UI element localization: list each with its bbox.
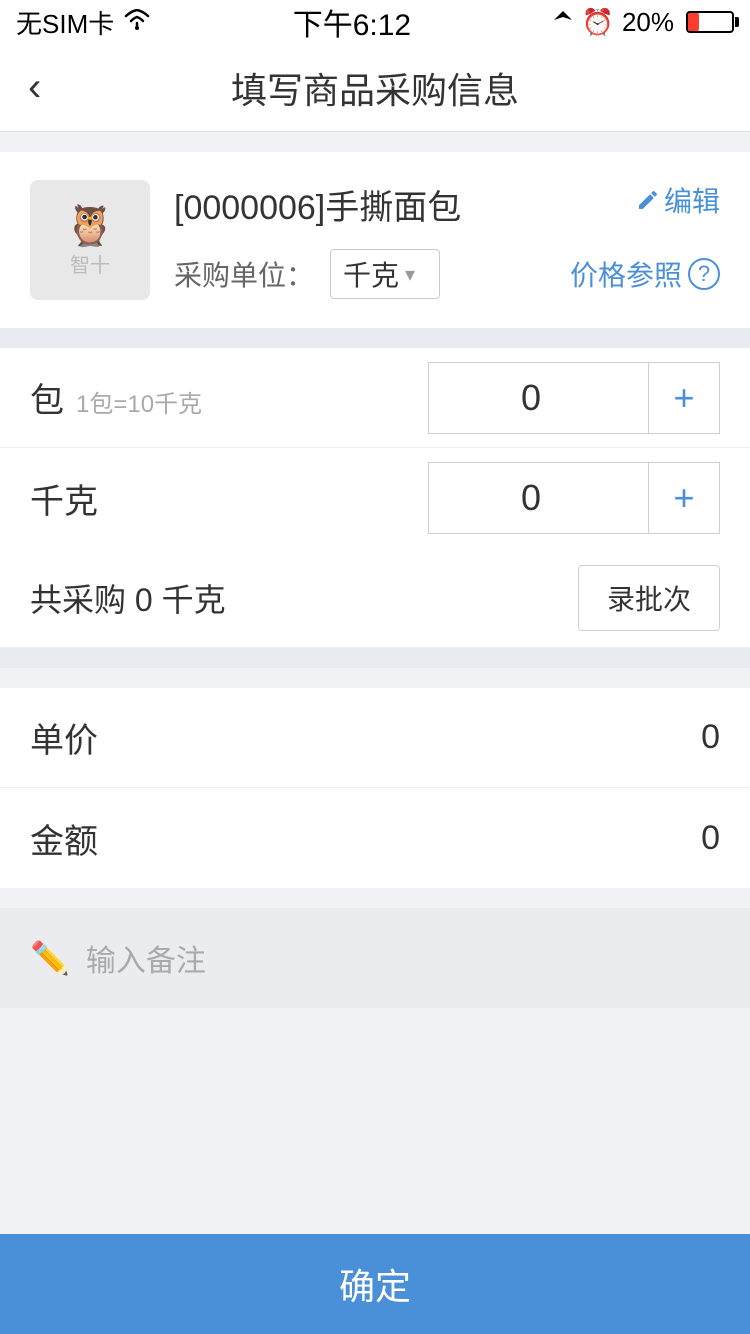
owl-text: 智十	[70, 249, 110, 278]
price-ref-button[interactable]: 价格参照 ?	[570, 254, 720, 294]
bag-controls: +	[428, 362, 720, 434]
edit-label: 编辑	[664, 180, 720, 220]
bag-input-row: 包 1包=10千克 +	[0, 348, 750, 448]
confirm-button[interactable]: 确定	[0, 1234, 750, 1334]
purchase-unit-label: 采购单位：	[174, 254, 314, 294]
kg-input-row: 千克 +	[0, 448, 750, 548]
bag-quantity-input[interactable]	[428, 362, 648, 434]
batch-button[interactable]: 录批次	[578, 565, 720, 631]
bag-sublabel: 1包=10千克	[76, 384, 202, 419]
location-icon	[552, 7, 574, 38]
bag-label-text: 包	[30, 373, 64, 422]
time-display: 下午6:12	[293, 0, 411, 44]
unit-select[interactable]: 千克 ▾	[330, 249, 440, 299]
bag-increment-button[interactable]: +	[648, 362, 720, 434]
bag-label: 包 1包=10千克	[30, 373, 202, 422]
chevron-down-icon: ▾	[405, 262, 415, 287]
kg-increment-button[interactable]: +	[648, 462, 720, 534]
unit-price-label: 单价	[30, 713, 98, 762]
section-divider-1	[0, 328, 750, 348]
status-bar: 无SIM卡 下午6:12 ⏰ 20%	[0, 0, 750, 44]
page-title: 填写商品采购信息	[231, 62, 519, 114]
price-section: 单价 0 金额 0	[0, 688, 750, 888]
product-info: [0000006]手撕面包 编辑 采购单位： 千克 ▾ 价格参照 ?	[174, 180, 720, 299]
battery-percent: 20%	[622, 7, 674, 38]
unit-price-value: 0	[701, 718, 720, 757]
price-ref-label: 价格参照	[570, 254, 682, 294]
product-logo: 🦉 智十	[65, 202, 115, 278]
back-button[interactable]: ‹	[28, 65, 41, 110]
kg-label: 千克	[30, 474, 98, 523]
kg-quantity-input[interactable]	[428, 462, 648, 534]
amount-label: 金额	[30, 814, 98, 863]
status-left: 无SIM卡	[16, 4, 152, 41]
product-name: [0000006]手撕面包	[174, 180, 461, 229]
purchase-unit-row: 采购单位： 千克 ▾ 价格参照 ?	[174, 249, 720, 299]
section-divider-2	[0, 648, 750, 668]
alarm-icon: ⏰	[582, 7, 614, 38]
amount-value: 0	[701, 819, 720, 858]
amount-row: 金额 0	[0, 788, 750, 888]
main-content: 🦉 智十 [0000006]手撕面包 编辑 采购单位： 千克 ▾	[0, 152, 750, 1308]
help-text: ?	[698, 261, 710, 287]
nav-bar: ‹ 填写商品采购信息	[0, 44, 750, 132]
unit-value: 千克	[343, 254, 399, 294]
owl-icon: 🦉	[65, 202, 115, 249]
battery-icon	[686, 11, 734, 33]
unit-price-row: 单价 0	[0, 688, 750, 788]
edit-button[interactable]: 编辑	[636, 180, 720, 220]
product-card: 🦉 智十 [0000006]手撕面包 编辑 采购单位： 千克 ▾	[0, 152, 750, 328]
input-section: 包 1包=10千克 + 千克 +	[0, 348, 750, 548]
notes-section[interactable]: ✏️ 输入备注	[0, 908, 750, 1008]
kg-label-text: 千克	[30, 474, 98, 523]
kg-controls: +	[428, 462, 720, 534]
notes-placeholder: 输入备注	[86, 936, 206, 980]
summary-text: 共采购 0 千克	[30, 575, 226, 621]
help-icon: ?	[688, 258, 720, 290]
wifi-icon	[122, 7, 152, 38]
summary-row: 共采购 0 千克 录批次	[0, 548, 750, 648]
status-right: ⏰ 20%	[552, 7, 734, 38]
carrier-text: 无SIM卡	[16, 4, 114, 41]
product-header: [0000006]手撕面包 编辑	[174, 180, 720, 229]
pencil-icon: ✏️	[30, 939, 70, 977]
product-image: 🦉 智十	[30, 180, 150, 300]
